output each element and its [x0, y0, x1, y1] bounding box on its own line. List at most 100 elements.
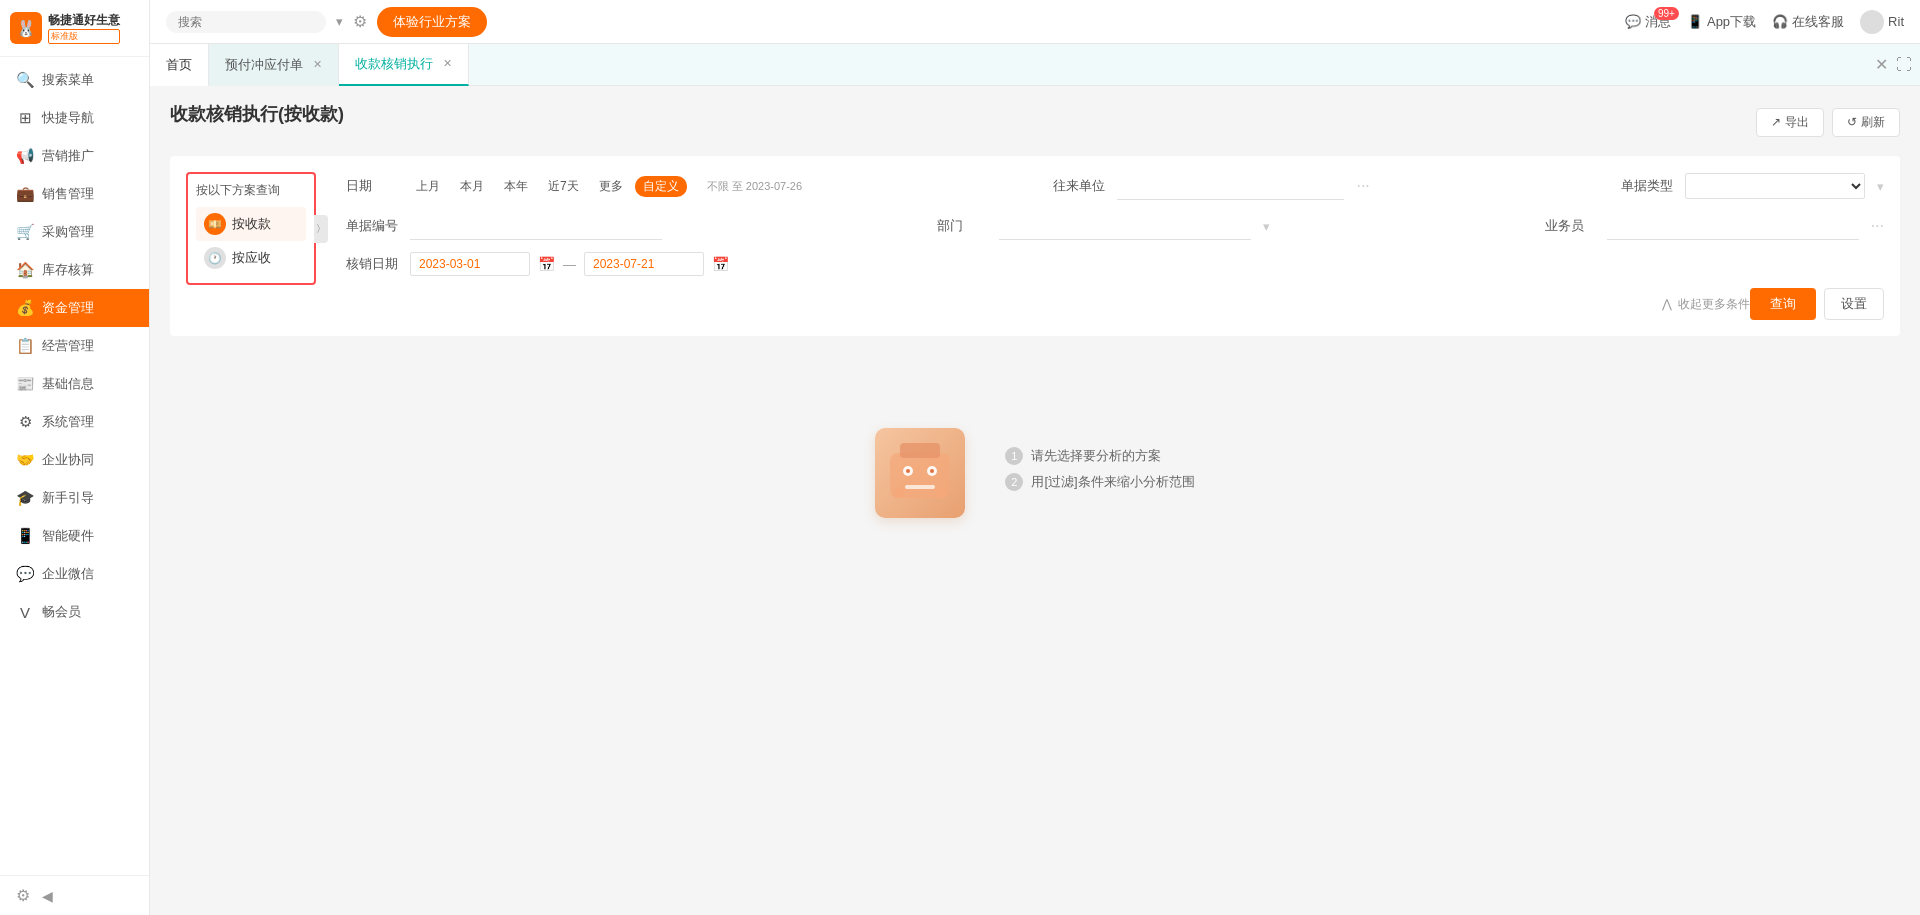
date-tab-custom[interactable]: 自定义 — [635, 176, 687, 197]
writeoff-end-input[interactable] — [584, 252, 704, 276]
message-btn[interactable]: 💬 消息 99+ — [1625, 13, 1671, 31]
sidebar-item-quick-nav[interactable]: ⊞ 快捷导航 — [0, 99, 149, 137]
settings-btn[interactable]: 设置 — [1824, 288, 1884, 320]
empty-state: 1 请先选择要分析的方案 2 用[过滤]条件来缩小分析范围 — [170, 348, 1900, 598]
vip-icon: V — [16, 604, 34, 621]
date-tab-last7days[interactable]: 近7天 — [540, 176, 587, 197]
collapse-more-area[interactable]: ⋀ 收起更多条件 — [1662, 296, 1750, 313]
message-badge: 99+ — [1654, 7, 1679, 20]
sidebar-footer: ⚙ ◀ — [0, 875, 149, 915]
mode-by-receipt[interactable]: 💴 按收款 — [196, 207, 306, 241]
empty-illustration — [875, 428, 965, 518]
refresh-label: 刷新 — [1861, 114, 1885, 131]
refresh-btn[interactable]: ↺ 刷新 — [1832, 108, 1900, 137]
dept-input[interactable] — [999, 212, 1251, 240]
finance-icon: 💰 — [16, 299, 34, 317]
writeoff-end-cal-icon[interactable]: 📅 — [712, 256, 729, 272]
tab-receipt-offset[interactable]: 收款核销执行 ✕ — [339, 44, 469, 86]
query-btn[interactable]: 查询 — [1750, 288, 1816, 320]
sidebar-item-label-guide: 新手引导 — [42, 489, 94, 507]
collapse-chevron-icon: ⋀ — [1662, 297, 1672, 311]
tab-prepay-close-icon[interactable]: ✕ — [313, 58, 322, 71]
tab-expand-btn[interactable]: ⛶ — [1896, 56, 1912, 74]
date-tab-this-year[interactable]: 本年 — [496, 176, 536, 197]
query-mode-title: 按以下方案查询 — [196, 182, 306, 199]
app-download-btn[interactable]: 📱 App下载 — [1687, 13, 1756, 31]
sidebar-item-guide[interactable]: 🎓 新手引导 — [0, 479, 149, 517]
system-icon: ⚙ — [16, 413, 34, 431]
tab-prepay-offset[interactable]: 预付冲应付单 ✕ — [209, 44, 339, 86]
date-tab-this-month[interactable]: 本月 — [452, 176, 492, 197]
date-tab-more[interactable]: 更多 — [591, 176, 631, 197]
counterpart-input[interactable] — [1117, 172, 1344, 200]
staff-more-icon[interactable]: ··· — [1871, 217, 1884, 235]
sidebar-item-vip[interactable]: V 畅会员 — [0, 593, 149, 631]
sidebar-item-label-system: 系统管理 — [42, 413, 94, 431]
filter-row-1: 日期 上月 本月 本年 近7天 更多 自定义 不限 至 2023-07-26 往… — [346, 172, 1884, 200]
tab-home[interactable]: 首页 — [150, 44, 209, 86]
industry-btn[interactable]: 体验行业方案 — [377, 7, 487, 37]
date-tab-last-month[interactable]: 上月 — [408, 176, 448, 197]
user-area[interactable]: Rit — [1860, 10, 1904, 34]
topbar-search-input[interactable] — [166, 11, 326, 33]
svg-rect-6 — [905, 485, 935, 489]
counterpart-more-icon[interactable]: ··· — [1356, 177, 1369, 195]
topbar-dropdown-icon[interactable]: ▾ — [336, 14, 343, 29]
tip-num-2: 2 — [1005, 473, 1023, 491]
panel-collapse-btn[interactable]: 〉 — [314, 215, 328, 243]
sidebar-item-marketing[interactable]: 📢 营销推广 — [0, 137, 149, 175]
enterprise-icon: 🤝 — [16, 451, 34, 469]
sidebar-item-label-vip: 畅会员 — [42, 603, 81, 621]
quick-nav-icon: ⊞ — [16, 109, 34, 127]
footer-settings-icon[interactable]: ⚙ — [16, 886, 30, 905]
sidebar-item-label-sales: 销售管理 — [42, 185, 94, 203]
sidebar-item-basic-info[interactable]: 📰 基础信息 — [0, 365, 149, 403]
writeoff-date-range: 📅 — 📅 — [410, 252, 729, 276]
operations-icon: 📋 — [16, 337, 34, 355]
writeoff-start-input[interactable] — [410, 252, 530, 276]
doc-type-dropdown-icon[interactable]: ▾ — [1877, 179, 1884, 194]
sidebar-item-finance[interactable]: 💰 资金管理 — [0, 289, 149, 327]
logo-app-name: 畅捷通好生意 — [48, 12, 120, 29]
tab-receipt-close-icon[interactable]: ✕ — [443, 57, 452, 70]
export-btn[interactable]: ↗ 导出 — [1756, 108, 1824, 137]
topbar-right: 💬 消息 99+ 📱 App下载 🎧 在线客服 Rit — [1625, 10, 1904, 34]
tip-num-1: 1 — [1005, 447, 1023, 465]
filter-panel: 按以下方案查询 💴 按收款 🕐 按应收 〉 日期 上月 — [170, 156, 1900, 336]
topbar-gear-icon[interactable]: ⚙ — [353, 12, 367, 31]
doc-type-select[interactable] — [1685, 173, 1865, 199]
dept-dropdown-icon[interactable]: ▾ — [1263, 219, 1270, 234]
sidebar-item-inventory[interactable]: 🏠 库存核算 — [0, 251, 149, 289]
sidebar-item-label-quick-nav: 快捷导航 — [42, 109, 94, 127]
sidebar-item-sales[interactable]: 💼 销售管理 — [0, 175, 149, 213]
page-content: 收款核销执行(按收款) ↗ 导出 ↺ 刷新 按以下方案查询 💴 按收款 — [150, 86, 1920, 915]
sidebar-item-search-menu[interactable]: 🔍 搜索菜单 — [0, 61, 149, 99]
writeoff-start-cal-icon[interactable]: 📅 — [538, 256, 555, 272]
footer-collapse-icon[interactable]: ◀ — [42, 888, 53, 904]
sidebar-item-label-enterprise: 企业协同 — [42, 451, 94, 469]
sidebar-item-operations[interactable]: 📋 经营管理 — [0, 327, 149, 365]
doc-no-input[interactable] — [410, 212, 662, 240]
wechat-icon: 💬 — [16, 565, 34, 583]
tab-close-all-btn[interactable]: ✕ — [1875, 55, 1888, 74]
sidebar: 🐰 畅捷通好生意 标准版 🔍 搜索菜单 ⊞ 快捷导航 📢 营销推广 💼 销售管理… — [0, 0, 150, 915]
topbar: ▾ ⚙ 体验行业方案 💬 消息 99+ 📱 App下载 🎧 在线客服 Rit — [150, 0, 1920, 44]
tabbar-actions: ✕ ⛶ — [1875, 55, 1920, 74]
mode-by-receivable[interactable]: 🕐 按应收 — [196, 241, 306, 275]
sidebar-item-purchase[interactable]: 🛒 采购管理 — [0, 213, 149, 251]
date-tabs: 上月 本月 本年 近7天 更多 自定义 — [408, 176, 687, 197]
guide-icon: 🎓 — [16, 489, 34, 507]
online-service-btn[interactable]: 🎧 在线客服 — [1772, 13, 1844, 31]
topbar-left: ▾ ⚙ 体验行业方案 — [166, 7, 487, 37]
logo-icon: 🐰 — [10, 12, 42, 44]
page-actions: ↗ 导出 ↺ 刷新 — [1756, 108, 1900, 137]
sidebar-item-label-purchase: 采购管理 — [42, 223, 94, 241]
sidebar-item-system[interactable]: ⚙ 系统管理 — [0, 403, 149, 441]
sidebar-item-wechat[interactable]: 💬 企业微信 — [0, 555, 149, 593]
purchase-icon: 🛒 — [16, 223, 34, 241]
query-btns: 查询 设置 — [1750, 288, 1884, 320]
staff-input[interactable] — [1607, 212, 1859, 240]
page-header: 收款核销执行(按收款) ↗ 导出 ↺ 刷新 — [170, 102, 1900, 142]
sidebar-item-enterprise[interactable]: 🤝 企业协同 — [0, 441, 149, 479]
sidebar-item-hardware[interactable]: 📱 智能硬件 — [0, 517, 149, 555]
